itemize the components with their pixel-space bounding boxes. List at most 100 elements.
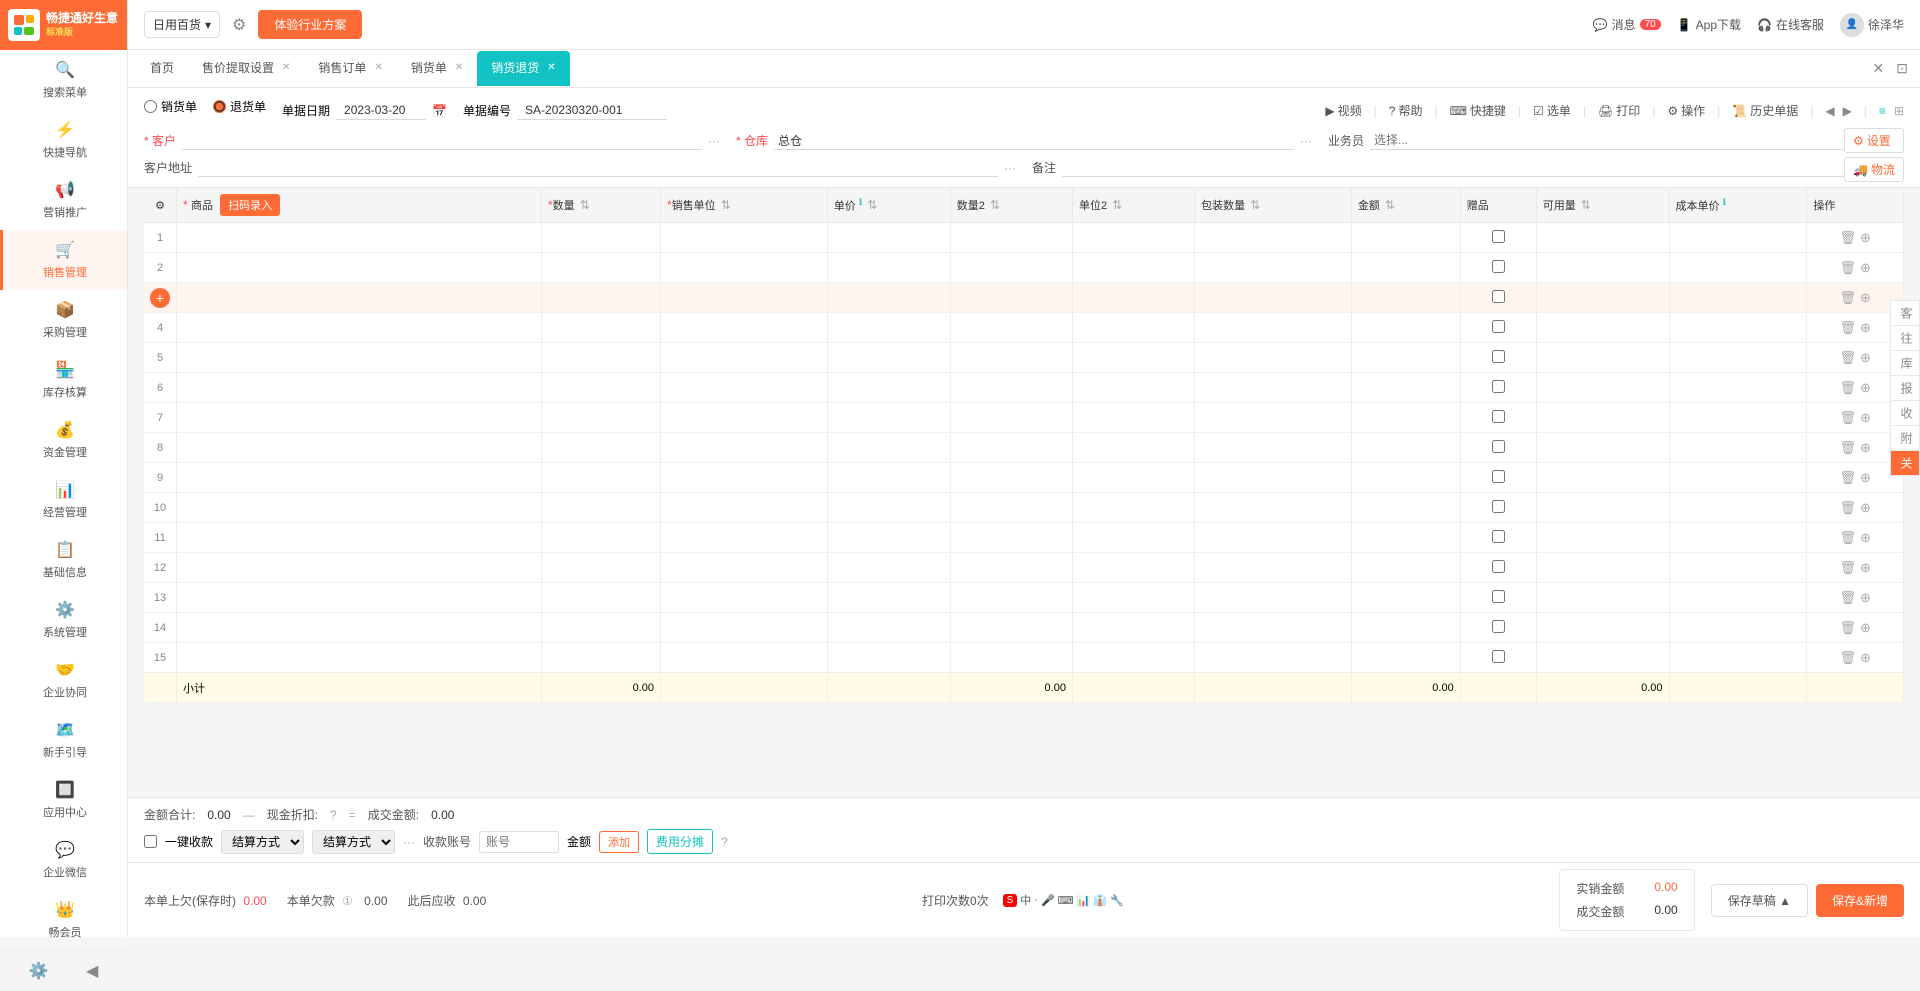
video-btn[interactable]: ▶ 视频 <box>1325 102 1361 119</box>
prev-btn[interactable]: ◀ <box>1825 104 1834 118</box>
delete-row-icon[interactable]: 🗑 <box>1840 260 1857 276</box>
sidebar-item-system[interactable]: ⚙️ 系统管理 <box>0 590 127 650</box>
product-cell[interactable] <box>177 283 542 313</box>
tab-sales[interactable]: 销货单 ✕ <box>397 51 477 86</box>
delete-row-icon[interactable]: 🗑 <box>1840 320 1857 336</box>
sidebar-item-search[interactable]: 🔍 搜索菜单 <box>0 50 127 110</box>
sidebar-item-wechat[interactable]: 💬 企业微信 <box>0 830 127 890</box>
amount-cell[interactable] <box>1351 253 1460 283</box>
maximize-btn[interactable]: ⊡ <box>1892 58 1912 79</box>
sidebar-item-guide[interactable]: 🗺️ 新手引导 <box>0 710 127 770</box>
discount-info-icon[interactable]: ? <box>330 808 337 822</box>
sidebar-item-enterprise[interactable]: 🤝 企业协同 <box>0 650 127 710</box>
quantity-cell-active[interactable] <box>541 283 660 313</box>
copy-row-icon[interactable]: ⊕ <box>1860 590 1871 606</box>
settings-bottom-icon[interactable]: ⚙️ <box>29 961 49 981</box>
col-amount[interactable]: 金额 ⇅ <box>1351 188 1460 223</box>
return-order-radio[interactable]: 退货单 <box>213 98 266 115</box>
tab-sales-return[interactable]: 销货退货 ✕ <box>477 51 569 86</box>
unit2-cell[interactable] <box>1072 253 1194 283</box>
product-input-active[interactable] <box>183 291 535 305</box>
copy-row-icon[interactable]: ⊕ <box>1860 350 1871 366</box>
number-input[interactable]: SA-20230320-001 <box>517 101 667 120</box>
fee-split-btn[interactable]: 费用分摊 <box>647 829 713 854</box>
tab-sales-order-close[interactable]: ✕ <box>374 62 382 73</box>
tab-sales-return-close[interactable]: ✕ <box>547 62 555 73</box>
delete-row-icon[interactable]: 🗑 <box>1840 380 1857 396</box>
sidebar-item-finance[interactable]: 💰 资金管理 <box>0 410 127 470</box>
collapse-icon[interactable]: ◀ <box>86 961 98 981</box>
remark-input[interactable] <box>1062 158 1904 177</box>
pack-qty-cell[interactable] <box>1195 253 1352 283</box>
sales-order-radio[interactable]: 销货单 <box>144 98 197 115</box>
warehouse-dots-btn[interactable]: ··· <box>1300 134 1312 148</box>
save-draft-btn[interactable]: 保存草稿 ▲ <box>1711 884 1808 917</box>
sales-unit-cell[interactable] <box>660 253 827 283</box>
copy-row-icon[interactable]: ⊕ <box>1860 290 1871 306</box>
sidebar-item-apps[interactable]: 🔲 应用中心 <box>0 770 127 830</box>
copy-row-icon[interactable]: ⊕ <box>1860 380 1871 396</box>
col-quantity2[interactable]: 数量2 ⇅ <box>950 188 1072 223</box>
delete-row-icon[interactable]: 🗑 <box>1840 470 1857 486</box>
account-input[interactable] <box>479 831 559 853</box>
copy-row-icon[interactable]: ⊕ <box>1860 410 1871 426</box>
right-float-inventory[interactable]: 库 <box>1890 350 1920 375</box>
grid-view-icon[interactable]: ⊞ <box>1894 104 1904 118</box>
right-float-attachment[interactable]: 附 <box>1890 425 1920 450</box>
tab-price-setting-close[interactable]: ✕ <box>282 62 290 73</box>
right-float-related[interactable]: 关 <box>1890 450 1920 476</box>
gift-cell-active[interactable] <box>1460 283 1536 313</box>
delete-row-icon[interactable]: 🗑 <box>1840 290 1857 306</box>
select-btn[interactable]: ☑ 选单 <box>1533 102 1571 119</box>
copy-row-icon[interactable]: ⊕ <box>1860 230 1871 246</box>
quantity-cell[interactable] <box>541 253 660 283</box>
amount-cell[interactable] <box>1351 223 1460 253</box>
col-quantity[interactable]: *数量 ⇅ <box>541 188 660 223</box>
col-pack-qty[interactable]: 包装数量 ⇅ <box>1195 188 1352 223</box>
delete-row-icon[interactable]: 🗑 <box>1840 500 1857 516</box>
unit-price-cell[interactable] <box>827 223 950 253</box>
minimize-btn[interactable]: ✕ <box>1869 58 1889 79</box>
pack-qty-cell[interactable] <box>1195 223 1352 253</box>
right-float-report[interactable]: 报 <box>1890 375 1920 400</box>
customer-dots-btn[interactable]: ··· <box>708 134 720 148</box>
quantity-cell[interactable] <box>541 223 660 253</box>
copy-row-icon[interactable]: ⊕ <box>1860 650 1871 666</box>
one-key-payment-checkbox[interactable] <box>144 835 157 848</box>
scan-btn[interactable]: 扫码录入 <box>220 194 280 216</box>
delete-row-icon[interactable]: 🗑 <box>1840 620 1857 636</box>
quantity2-cell-active[interactable] <box>950 283 1072 313</box>
quantity2-cell[interactable] <box>950 253 1072 283</box>
quantity2-cell[interactable] <box>950 223 1072 253</box>
topbar-gear-icon[interactable]: ⚙ <box>232 15 246 35</box>
delete-row-icon[interactable]: 🗑 <box>1840 530 1857 546</box>
user-avatar[interactable]: 👤 徐泽华 <box>1840 13 1904 37</box>
customer-input[interactable] <box>182 131 702 150</box>
col-sales-unit[interactable]: *销售单位 ⇅ <box>660 188 827 223</box>
tab-sales-close[interactable]: ✕ <box>455 62 463 73</box>
delete-row-icon[interactable]: 🗑 <box>1840 560 1857 576</box>
save-new-btn[interactable]: 保存&新增 <box>1816 884 1904 917</box>
operation-btn[interactable]: ⚙ 操作 <box>1667 102 1705 119</box>
right-float-receipt[interactable]: 收 <box>1890 400 1920 425</box>
delete-row-icon[interactable]: 🗑 <box>1840 410 1857 426</box>
col-unit-price[interactable]: 单价 ℹ ⇅ <box>827 188 950 223</box>
col-settings[interactable]: ⚙ <box>144 188 177 223</box>
sidebar-item-inventory[interactable]: 🏪 库存核算 <box>0 350 127 410</box>
copy-row-icon[interactable]: ⊕ <box>1860 470 1871 486</box>
copy-row-icon[interactable]: ⊕ <box>1860 320 1871 336</box>
sidebar-item-operations[interactable]: 📊 经营管理 <box>0 470 127 530</box>
history-btn[interactable]: 📜 历史单据 <box>1732 102 1798 119</box>
tab-home[interactable]: 首页 <box>136 51 188 86</box>
calendar-icon[interactable]: 📅 <box>432 104 447 118</box>
product-cell[interactable] <box>177 253 542 283</box>
date-input[interactable]: 2023-03-20 <box>336 101 426 120</box>
messages-btn[interactable]: 💬 消息 70 <box>1593 16 1661 33</box>
copy-row-icon[interactable]: ⊕ <box>1860 560 1871 576</box>
unit2-cell-active[interactable] <box>1072 283 1194 313</box>
sales-unit-cell-active[interactable] <box>660 283 827 313</box>
col-available[interactable]: 可用量 ⇅ <box>1536 188 1669 223</box>
print-btn[interactable]: 🖨 打印 <box>1598 102 1640 119</box>
unit-price-cell[interactable] <box>827 253 950 283</box>
sidebar-item-basic[interactable]: 📋 基础信息 <box>0 530 127 590</box>
